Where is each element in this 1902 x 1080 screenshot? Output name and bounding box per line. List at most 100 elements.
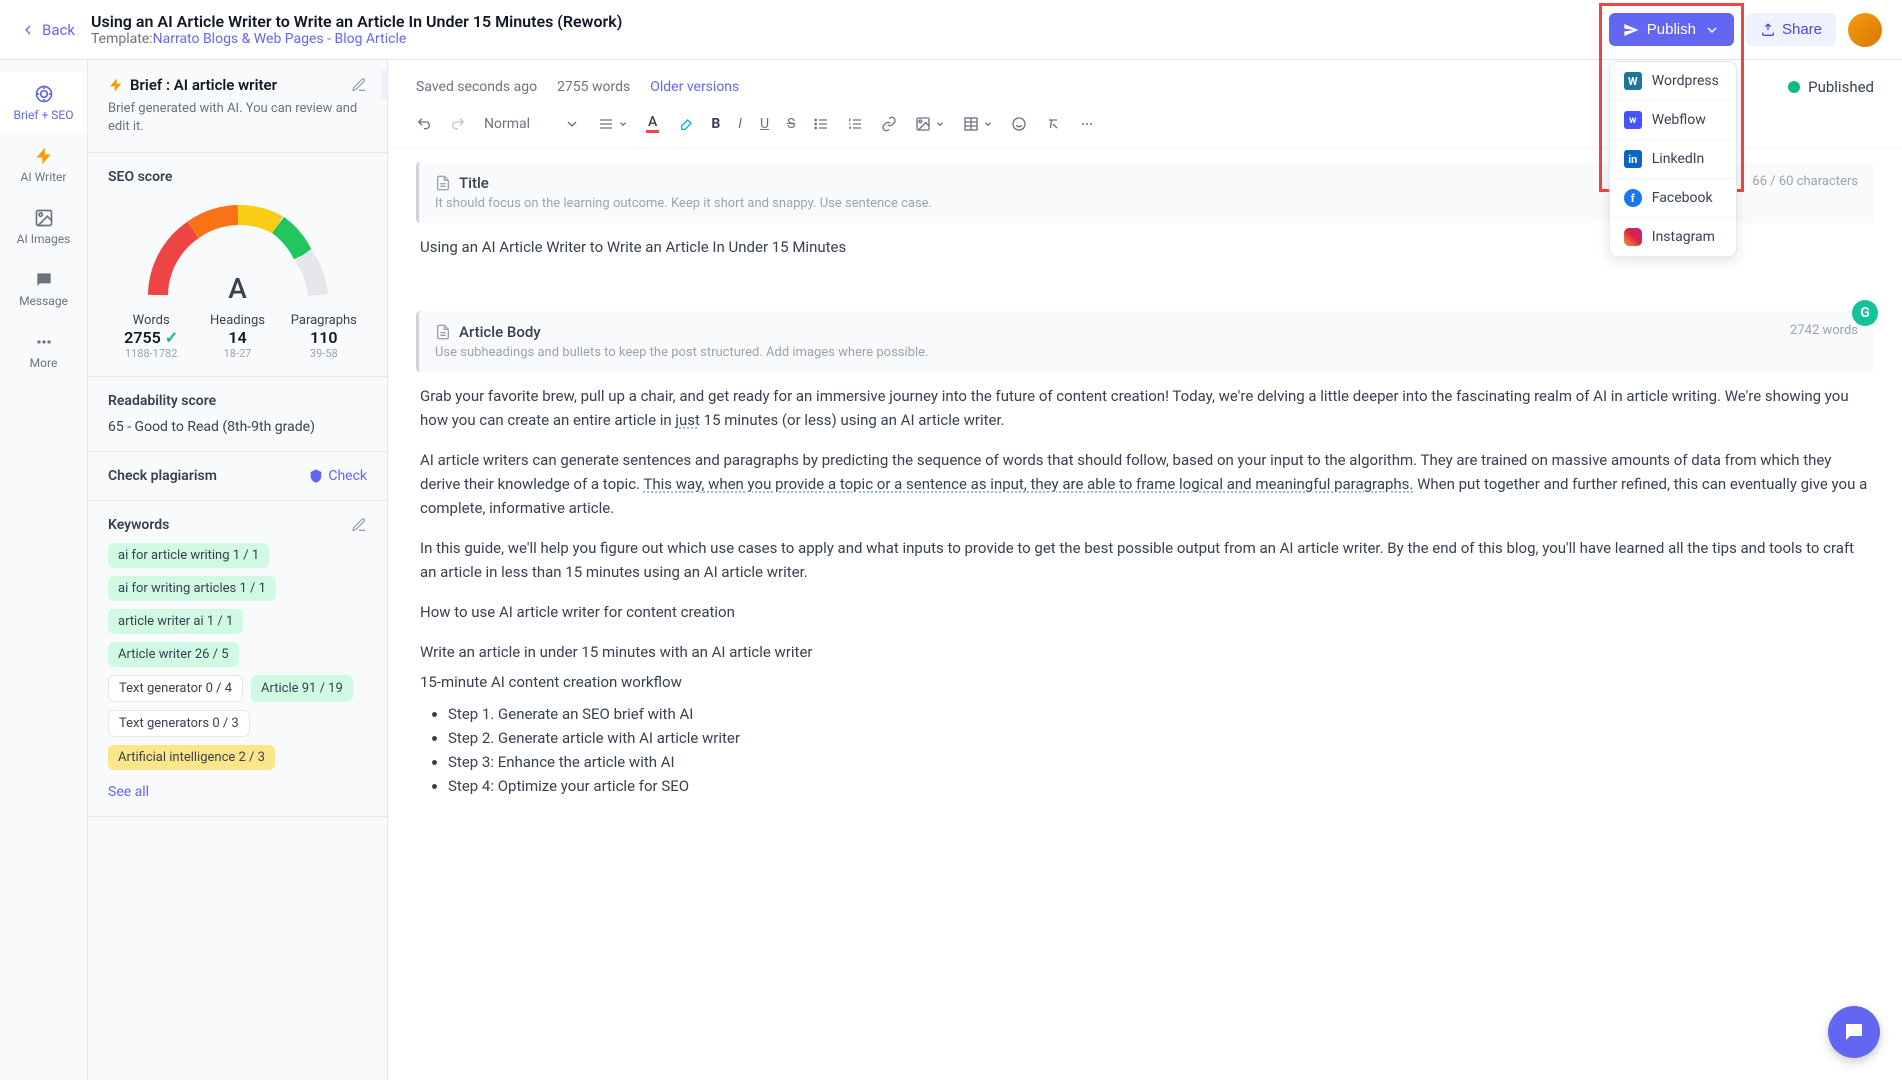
share-button[interactable]: Share: [1746, 13, 1836, 46]
body-p2-dotted: This way, when you provide a topic or a …: [643, 475, 1413, 493]
strike-button[interactable]: S: [787, 116, 795, 132]
webflow-label: Webflow: [1652, 112, 1706, 128]
publish-option-webflow[interactable]: w Webflow: [1610, 101, 1736, 140]
bolt-icon: [108, 77, 124, 93]
body-p3: In this guide, we'll help you figure out…: [420, 536, 1870, 584]
title-block-hint: It should focus on the learning outcome.…: [435, 196, 1752, 211]
edit-icon[interactable]: [351, 77, 367, 93]
nav-ai-writer[interactable]: AI Writer: [0, 134, 87, 196]
keyword-chip[interactable]: article writer ai 1 / 1: [108, 609, 243, 634]
title-block: Using an AI Article Writer to Write an A…: [91, 12, 1593, 47]
nav-more[interactable]: More: [0, 320, 87, 382]
editor-content[interactable]: Title It should focus on the learning ou…: [388, 148, 1902, 1080]
emoji-icon: [1011, 116, 1027, 132]
numbered-list-icon: [847, 116, 863, 132]
keyword-chip[interactable]: Artificial intelligence 2 / 3: [108, 745, 275, 770]
keyword-chip[interactable]: Text generators 0 / 3: [108, 710, 250, 737]
paragraphs-value: 110: [281, 328, 367, 347]
bullet-list-icon: [813, 116, 829, 132]
body-li3: Step 3: Enhance the article with AI: [448, 750, 1870, 774]
doc-template: Template:Narrato Blogs & Web Pages - Blo…: [91, 31, 1593, 47]
body-li2: Step 2. Generate article with AI article…: [448, 726, 1870, 750]
publish-option-linkedin[interactable]: inLinkedIn: [1610, 140, 1736, 179]
body-block-header: Article Body Use subheadings and bullets…: [416, 311, 1874, 372]
words-range: 1188-1782: [108, 347, 194, 360]
italic-button[interactable]: I: [738, 116, 742, 132]
body-field[interactable]: Grab your favorite brew, pull up a chair…: [416, 372, 1874, 810]
instagram-icon: [1624, 228, 1642, 246]
user-avatar[interactable]: [1848, 13, 1882, 47]
align-icon: [598, 116, 614, 132]
words-label: Words: [108, 313, 194, 328]
undo-button[interactable]: [416, 116, 432, 132]
emoji-button[interactable]: [1011, 116, 1027, 132]
style-select[interactable]: Normal: [484, 116, 580, 132]
headings-value: 14: [194, 328, 280, 347]
keyword-chip[interactable]: ai for article writing 1 / 1: [108, 543, 269, 568]
brief-section: Brief : AI article writer Brief generate…: [88, 60, 387, 153]
check-label: Check: [328, 468, 367, 484]
collapse-panel-button[interactable]: [381, 70, 388, 100]
template-link[interactable]: Narrato Blogs & Web Pages - Blog Article: [153, 31, 407, 47]
chat-bubble-button[interactable]: [1828, 1006, 1880, 1058]
image-icon: [34, 208, 54, 228]
see-all-keywords[interactable]: See all: [108, 784, 367, 800]
publish-option-instagram[interactable]: Instagram: [1610, 218, 1736, 256]
table-button[interactable]: [963, 116, 993, 132]
bullet-list-button[interactable]: [813, 116, 829, 132]
clear-format-button[interactable]: [1045, 116, 1061, 132]
redo-button[interactable]: [450, 116, 466, 132]
underline-button[interactable]: U: [760, 116, 769, 132]
nav-brief-seo-label: Brief + SEO: [14, 108, 74, 122]
check-plagiarism-button[interactable]: Check: [308, 468, 367, 484]
saved-status: Saved seconds ago: [416, 79, 537, 95]
keyword-chip[interactable]: Article 91 / 19: [251, 675, 353, 702]
wordpress-label: Wordpress: [1652, 73, 1719, 89]
nav-brief-seo[interactable]: Brief + SEO: [0, 72, 87, 134]
send-icon: [1623, 22, 1639, 38]
back-label: Back: [42, 21, 75, 39]
bold-button[interactable]: B: [711, 116, 720, 132]
webflow-icon: w: [1624, 111, 1642, 129]
headings-range: 18-27: [194, 347, 280, 360]
table-icon: [963, 116, 979, 132]
chevron-down-icon: [564, 116, 580, 132]
seo-gauge: A: [133, 195, 343, 305]
dots-icon: [34, 332, 54, 352]
align-button[interactable]: [598, 116, 628, 132]
nav-ai-writer-label: AI Writer: [21, 170, 67, 184]
publish-option-facebook[interactable]: fFacebook: [1610, 179, 1736, 218]
doc-icon: [435, 324, 451, 340]
keyword-chips: ai for article writing 1 / 1 ai for writi…: [108, 543, 367, 770]
highlight-button[interactable]: [677, 116, 693, 132]
link-button[interactable]: [881, 116, 897, 132]
doc-title: Using an AI Article Writer to Write an A…: [91, 12, 1593, 31]
chat-icon: [1842, 1020, 1866, 1044]
edit-keywords-icon[interactable]: [351, 517, 367, 533]
brief-title: Brief : AI article writer: [108, 76, 367, 94]
keyword-chip[interactable]: ai for writing articles 1 / 1: [108, 576, 276, 601]
keyword-chip[interactable]: Article writer 26 / 5: [108, 642, 239, 667]
back-button[interactable]: Back: [20, 21, 75, 39]
word-count: 2755 words: [557, 79, 630, 95]
text-color-button[interactable]: A: [646, 114, 659, 133]
keyword-chip[interactable]: Text generator 0 / 4: [108, 675, 243, 702]
older-versions-link[interactable]: Older versions: [650, 79, 739, 95]
nav-message[interactable]: Message: [0, 258, 87, 320]
status-text: Published: [1808, 78, 1874, 96]
keywords-title: Keywords: [108, 517, 169, 533]
linkedin-icon: in: [1624, 150, 1642, 168]
wordpress-icon: W: [1624, 72, 1642, 90]
seo-panel: Brief : AI article writer Brief generate…: [88, 60, 388, 1080]
numbered-list-button[interactable]: [847, 116, 863, 132]
nav-ai-images[interactable]: AI Images: [0, 196, 87, 258]
publish-button[interactable]: Publish: [1609, 13, 1734, 46]
body-block-hint: Use subheadings and bullets to keep the …: [435, 345, 1790, 360]
image-button[interactable]: [915, 116, 945, 132]
brief-desc: Brief generated with AI. You can review …: [108, 100, 367, 136]
grammarly-badge[interactable]: G: [1852, 300, 1878, 326]
publish-option-wordpress[interactable]: W Wordpress: [1610, 62, 1736, 101]
seo-score-section: SEO score A Wor: [88, 153, 387, 377]
more-toolbar-button[interactable]: [1079, 116, 1095, 132]
readability-section: Readability score 65 - Good to Read (8th…: [88, 377, 387, 452]
